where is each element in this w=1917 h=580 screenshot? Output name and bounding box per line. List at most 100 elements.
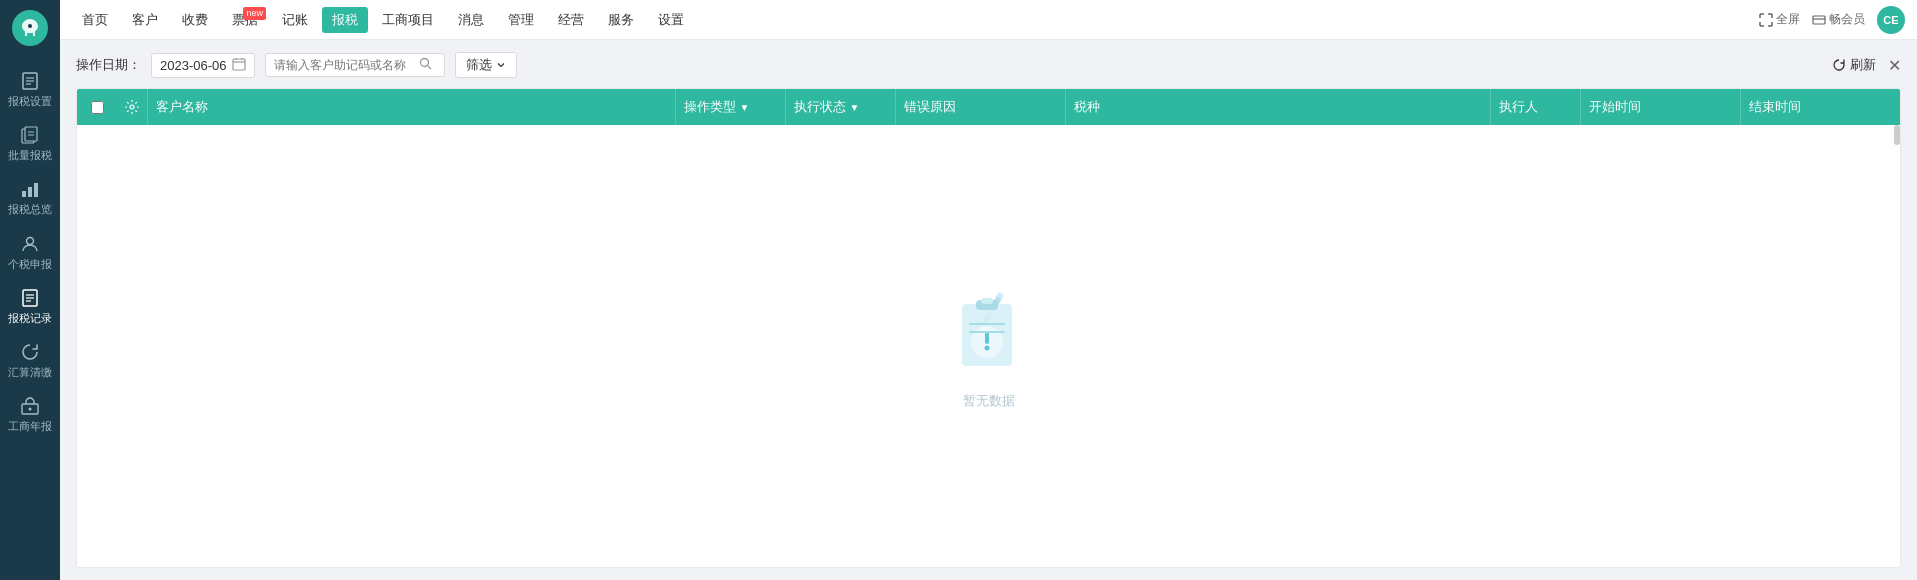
gongshang-nianbao-icon: [19, 395, 41, 417]
sidebar-item-piliang-baoshui-label: 批量报税: [8, 149, 52, 162]
refresh-button[interactable]: 刷新: [1832, 56, 1876, 74]
th-taxtype-label: 税种: [1074, 98, 1100, 116]
search-input[interactable]: [274, 58, 414, 72]
table-container: 客户名称 操作类型 ▼ 执行状态 ▼ 错误原因 税种 执行人: [76, 88, 1901, 568]
svg-line-25: [428, 66, 431, 69]
select-all-checkbox[interactable]: [91, 101, 104, 114]
sidebar-logo: [12, 10, 48, 46]
baoshui-shezhi-icon: [19, 70, 41, 92]
nav-item-invoice[interactable]: 票据 new: [222, 7, 268, 33]
th-optype-label: 操作类型: [684, 98, 736, 116]
topnav-right: 全屏 畅会员 CE: [1759, 6, 1905, 34]
th-endtime: 结束时间: [1740, 89, 1900, 125]
th-optype[interactable]: 操作类型 ▼: [675, 89, 785, 125]
sidebar-item-geshui-shenbao[interactable]: 个税申报: [0, 225, 60, 279]
vip-label: 畅会员: [1829, 11, 1865, 28]
close-button[interactable]: ✕: [1888, 56, 1901, 75]
sidebar-item-gongshang-nianbao-label: 工商年报: [8, 420, 52, 433]
nav-item-tax[interactable]: 报税: [322, 7, 368, 33]
piliang-baoshui-icon: [19, 124, 41, 146]
filter-button[interactable]: 筛选: [455, 52, 517, 78]
th-starttime-label: 开始时间: [1589, 98, 1641, 116]
th-endtime-label: 结束时间: [1749, 98, 1801, 116]
svg-point-12: [27, 237, 34, 244]
nav-item-operation[interactable]: 经营: [548, 7, 594, 33]
svg-rect-10: [28, 187, 32, 197]
geshui-shenbao-icon: [19, 233, 41, 255]
huisuan-jiaona-icon: [19, 341, 41, 363]
th-taxtype: 税种: [1065, 89, 1490, 125]
th-client: 客户名称: [147, 89, 675, 125]
th-settings[interactable]: [117, 99, 147, 115]
th-starttime: 开始时间: [1580, 89, 1740, 125]
empty-state: 暂无数据: [924, 262, 1054, 430]
optype-sort-icon: ▼: [740, 102, 750, 113]
sidebar-item-geshui-shenbao-label: 个税申报: [8, 258, 52, 271]
date-value: 2023-06-06: [160, 58, 227, 73]
sidebar-item-baoshui-shezhi[interactable]: 报税设置: [0, 62, 60, 116]
svg-point-0: [28, 24, 32, 28]
sidebar-item-baoshui-shezhi-label: 报税设置: [8, 95, 52, 108]
sidebar-item-baoshui-zonglam-label: 报税总览: [8, 203, 52, 216]
avatar[interactable]: CE: [1877, 6, 1905, 34]
nav-item-service[interactable]: 服务: [598, 7, 644, 33]
filter-chevron-icon: [496, 58, 506, 73]
calendar-icon: [232, 57, 246, 74]
th-error-label: 错误原因: [904, 98, 956, 116]
table-header: 客户名称 操作类型 ▼ 执行状态 ▼ 错误原因 税种 执行人: [77, 89, 1900, 125]
svg-rect-9: [22, 191, 26, 197]
nav-item-client[interactable]: 客户: [122, 7, 168, 33]
th-checkbox[interactable]: [77, 101, 117, 114]
fullscreen-button[interactable]: 全屏: [1759, 11, 1800, 28]
svg-rect-6: [25, 127, 37, 141]
new-badge: new: [243, 7, 266, 20]
content-area: 操作日期： 2023-06-06: [60, 40, 1917, 580]
fullscreen-label: 全屏: [1776, 11, 1800, 28]
main-area: 首页 客户 收费 票据 new 记账 报税 工商项目 消息 管理 经营 服务 设…: [60, 0, 1917, 580]
vip-button[interactable]: 畅会员: [1812, 11, 1865, 28]
th-error: 错误原因: [895, 89, 1065, 125]
table-scrollbar[interactable]: [1894, 125, 1900, 145]
date-picker[interactable]: 2023-06-06: [151, 53, 255, 78]
svg-rect-11: [34, 183, 38, 197]
nav-item-settings[interactable]: 设置: [648, 7, 694, 33]
table-body: 暂无数据: [77, 125, 1900, 567]
nav-item-charge[interactable]: 收费: [172, 7, 218, 33]
th-status-label: 执行状态: [794, 98, 846, 116]
sidebar-item-piliang-baoshui[interactable]: 批量报税: [0, 116, 60, 170]
empty-illustration: [944, 282, 1034, 382]
sidebar-item-baoshui-jilu[interactable]: 报税记录: [0, 279, 60, 333]
toolbar: 操作日期： 2023-06-06: [76, 52, 1901, 78]
th-executor: 执行人: [1490, 89, 1580, 125]
filter-label: 筛选: [466, 56, 492, 74]
sidebar-item-baoshui-jilu-label: 报税记录: [8, 312, 52, 325]
nav-item-business[interactable]: 工商项目: [372, 7, 444, 33]
svg-rect-19: [1813, 16, 1825, 24]
sidebar: 报税设置 批量报税 报税总览: [0, 0, 60, 580]
nav-item-home[interactable]: 首页: [72, 7, 118, 33]
search-input-wrap[interactable]: [265, 53, 445, 77]
date-label: 操作日期：: [76, 56, 141, 74]
nav-item-bookkeeping[interactable]: 记账: [272, 7, 318, 33]
sidebar-item-huisuan-jiaona[interactable]: 汇算清缴: [0, 333, 60, 387]
sidebar-item-baoshui-zonglam[interactable]: 报税总览: [0, 170, 60, 224]
svg-point-26: [130, 105, 134, 109]
refresh-icon: [1832, 58, 1846, 72]
avatar-text: CE: [1883, 14, 1898, 26]
th-executor-label: 执行人: [1499, 98, 1538, 116]
nav-item-message[interactable]: 消息: [448, 7, 494, 33]
sidebar-item-huisuan-jiaona-label: 汇算清缴: [8, 366, 52, 379]
status-sort-icon: ▼: [850, 102, 860, 113]
topnav: 首页 客户 收费 票据 new 记账 报税 工商项目 消息 管理 经营 服务 设…: [60, 0, 1917, 40]
svg-rect-34: [985, 332, 989, 344]
svg-point-24: [420, 59, 428, 67]
fullscreen-icon: [1759, 13, 1773, 27]
svg-rect-32: [981, 298, 993, 304]
svg-rect-20: [233, 59, 245, 70]
toolbar-right: 刷新 ✕: [1832, 56, 1901, 75]
nav-item-manage[interactable]: 管理: [498, 7, 544, 33]
th-status[interactable]: 执行状态 ▼: [785, 89, 895, 125]
sidebar-item-gongshang-nianbao[interactable]: 工商年报: [0, 387, 60, 441]
baoshui-jilu-icon: [19, 287, 41, 309]
vip-icon: [1812, 13, 1826, 27]
